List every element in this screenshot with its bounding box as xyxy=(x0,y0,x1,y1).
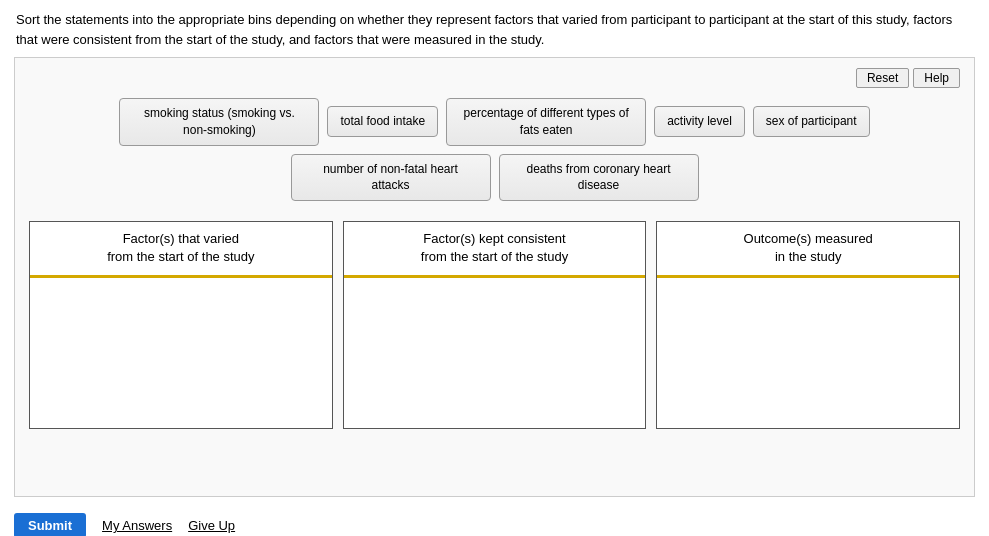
drag-item-item3[interactable]: percentage of different types of fats ea… xyxy=(446,98,646,146)
footer: Submit My Answers Give Up xyxy=(0,505,989,536)
bin-body-bin3[interactable] xyxy=(657,278,959,428)
bin-header-bin3: Outcome(s) measuredin the study xyxy=(657,222,959,277)
my-answers-link[interactable]: My Answers xyxy=(102,518,172,533)
bin-bin3[interactable]: Outcome(s) measuredin the study xyxy=(656,221,960,428)
top-buttons: Reset Help xyxy=(29,68,960,88)
give-up-link[interactable]: Give Up xyxy=(188,518,235,533)
bin-body-bin2[interactable] xyxy=(344,278,646,428)
draggable-items-area: smoking status (smoking vs. non-smoking)… xyxy=(29,98,960,201)
bin-body-bin1[interactable] xyxy=(30,278,332,428)
bin-header-bin2: Factor(s) kept consistentfrom the start … xyxy=(344,222,646,277)
instructions-text: Sort the statements into the appropriate… xyxy=(16,12,952,47)
bin-bin1[interactable]: Factor(s) that variedfrom the start of t… xyxy=(29,221,333,428)
drag-item-item6[interactable]: number of non-fatal heart attacks xyxy=(291,154,491,202)
drag-item-item1[interactable]: smoking status (smoking vs. non-smoking) xyxy=(119,98,319,146)
instructions: Sort the statements into the appropriate… xyxy=(0,0,989,57)
drag-item-item5[interactable]: sex of participant xyxy=(753,106,870,137)
bin-header-bin1: Factor(s) that variedfrom the start of t… xyxy=(30,222,332,277)
drag-item-item7[interactable]: deaths from coronary heart disease xyxy=(499,154,699,202)
drag-item-item2[interactable]: total food intake xyxy=(327,106,438,137)
reset-button[interactable]: Reset xyxy=(856,68,909,88)
bin-bin2[interactable]: Factor(s) kept consistentfrom the start … xyxy=(343,221,647,428)
submit-button[interactable]: Submit xyxy=(14,513,86,536)
bins-container: Factor(s) that variedfrom the start of t… xyxy=(29,221,960,428)
help-button[interactable]: Help xyxy=(913,68,960,88)
main-container: Reset Help smoking status (smoking vs. n… xyxy=(14,57,975,497)
drag-item-item4[interactable]: activity level xyxy=(654,106,745,137)
